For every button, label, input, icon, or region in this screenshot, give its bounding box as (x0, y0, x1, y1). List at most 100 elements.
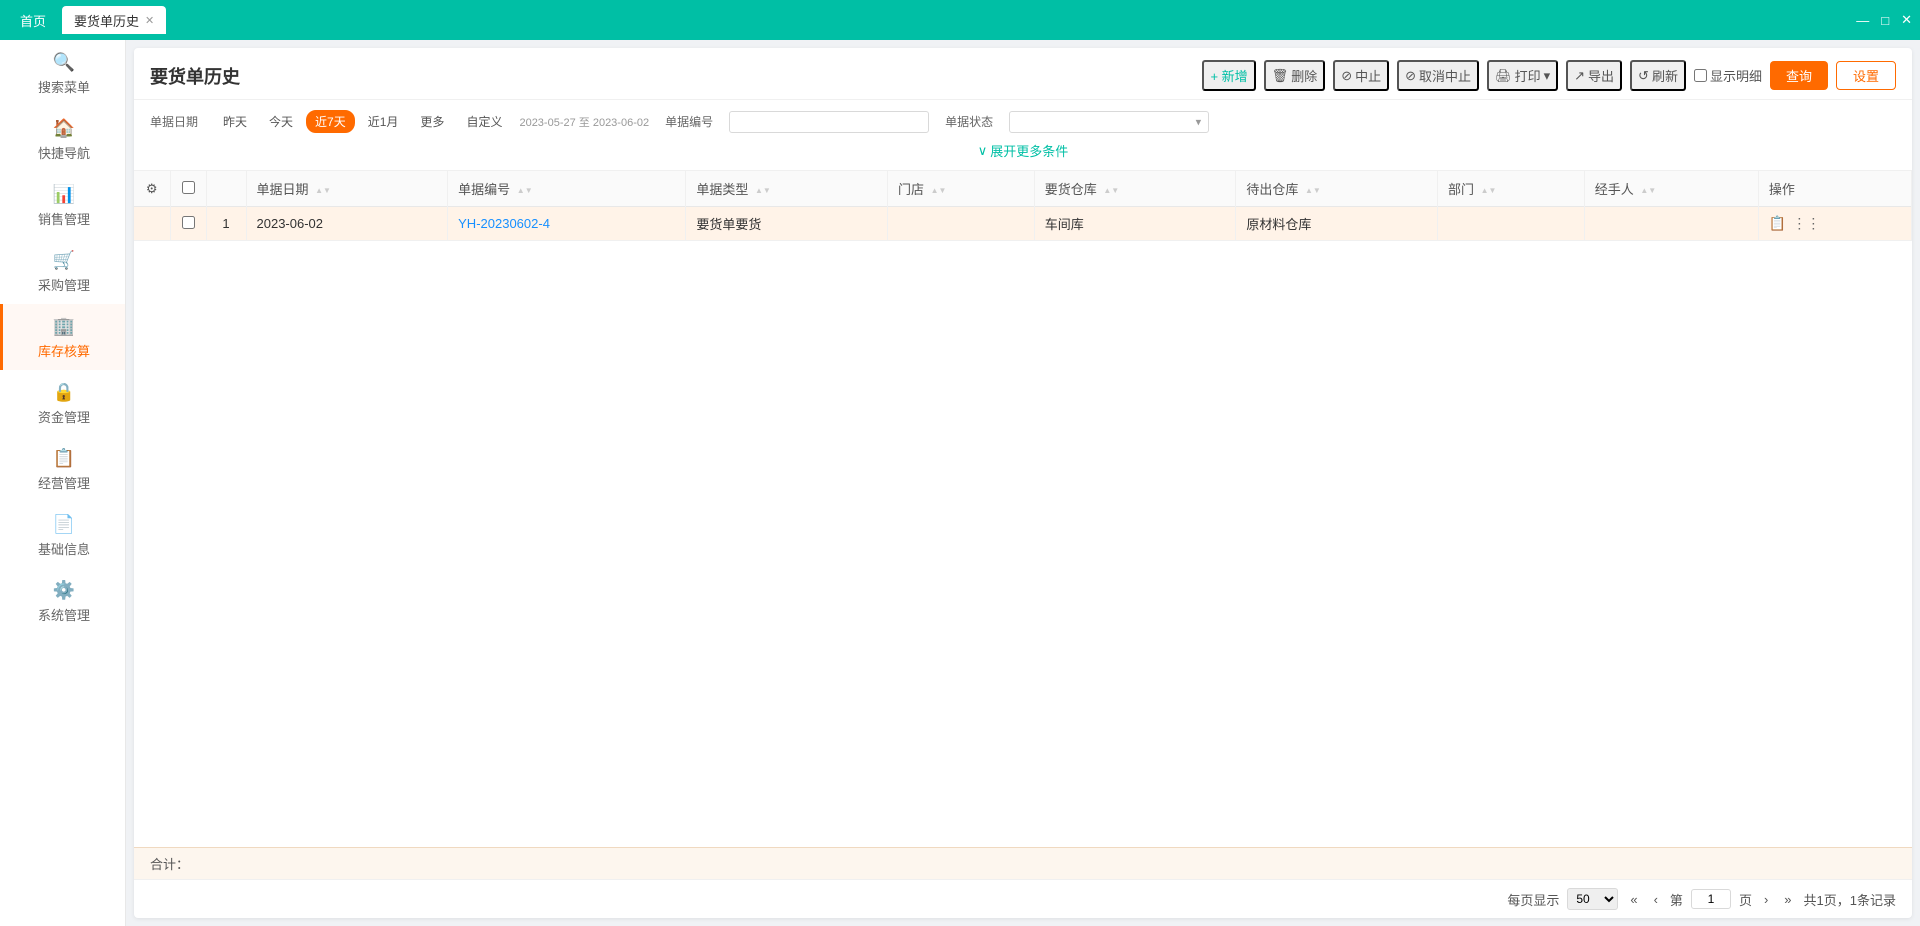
first-page-btn[interactable]: « (1626, 890, 1641, 909)
row-doc-date: 2023-06-02 (257, 216, 324, 231)
row-doc-no-link[interactable]: YH-20230602-4 (458, 216, 550, 231)
date-btn-yesterday[interactable]: 昨天 (214, 110, 256, 133)
th-department-label: 部门 (1448, 182, 1474, 197)
th-doc-type-label: 单据类型 (696, 182, 748, 197)
print-chevron-icon: ▾ (1544, 68, 1551, 84)
row-more-icon[interactable]: ⋮⋮ (1792, 215, 1820, 232)
per-page-select[interactable]: 50 20 100 (1567, 888, 1618, 910)
refresh-button[interactable]: ↺ 刷新 (1630, 60, 1686, 91)
sidebar-item-inventory-calc[interactable]: 🏢 库存核算 (0, 304, 125, 370)
purchase-mgmt-icon: 🛒 (53, 250, 75, 271)
print-button[interactable]: 🖨 打印 ▾ (1487, 60, 1558, 91)
th-settings[interactable]: ⚙ (134, 171, 170, 207)
sidebar-item-quick-nav[interactable]: 🏠 快捷导航 (0, 106, 125, 172)
new-button[interactable]: + 新增 (1202, 60, 1255, 91)
th-req-warehouse-label: 要货仓库 (1045, 182, 1097, 197)
export-icon: ↗ (1574, 68, 1585, 84)
th-doc-no[interactable]: 单据编号 ▲▼ (448, 171, 686, 207)
show-detail-toggle[interactable]: 显示明细 (1694, 66, 1762, 85)
table-container: ⚙ 单据日期 ▲▼ 单据编号 ▲▼ (134, 171, 1912, 847)
maximize-icon[interactable]: □ (1881, 13, 1889, 28)
search-menu-icon: 🔍 (53, 52, 75, 73)
sidebar-item-search-menu[interactable]: 🔍 搜索菜单 (0, 40, 125, 106)
sidebar-item-basic-info[interactable]: 📄 基础信息 (0, 502, 125, 568)
date-btn-custom[interactable]: 自定义 (457, 110, 511, 133)
date-btn-7days[interactable]: 近7天 (306, 110, 355, 133)
date-btn-more[interactable]: 更多 (411, 110, 453, 133)
sidebar-item-purchase-mgmt[interactable]: 🛒 采购管理 (0, 238, 125, 304)
sales-mgmt-icon: 📊 (53, 184, 75, 205)
th-pending-warehouse[interactable]: 待出仓库 ▲▼ (1236, 171, 1438, 207)
prev-page-btn[interactable]: ‹ (1650, 890, 1662, 909)
sidebar-item-finance-mgmt[interactable]: 🔒 资金管理 (0, 370, 125, 436)
th-store[interactable]: 门店 ▲▼ (887, 171, 1034, 207)
table-header: ⚙ 单据日期 ▲▼ 单据编号 ▲▼ (134, 171, 1912, 207)
th-department[interactable]: 部门 ▲▼ (1438, 171, 1585, 207)
close-icon[interactable]: ✕ (1901, 12, 1912, 28)
select-all-checkbox[interactable] (182, 181, 195, 194)
sidebar-item-sales-mgmt[interactable]: 📊 销售管理 (0, 172, 125, 238)
page-number-input[interactable] (1691, 889, 1731, 909)
doc-no-input[interactable] (729, 111, 929, 133)
sidebar-item-inventory-calc-label: 库存核算 (38, 341, 90, 360)
pagination: 每页显示 50 20 100 « ‹ 第 页 › » 共1页，1条记录 (134, 879, 1912, 918)
th-doc-date-label: 单据日期 (257, 182, 309, 197)
query-button[interactable]: 查询 (1770, 61, 1828, 90)
row-req-warehouse: 车间库 (1045, 217, 1084, 232)
settings-button[interactable]: 设置 (1836, 61, 1896, 90)
th-ops: 操作 (1758, 171, 1911, 207)
sort-icon-pending-warehouse: ▲▼ (1305, 187, 1321, 195)
operations-mgmt-icon: 📋 (53, 448, 75, 469)
finance-mgmt-icon: 🔒 (53, 382, 75, 403)
row-ops: 📋 ⋮⋮ (1769, 215, 1901, 232)
table-header-row: ⚙ 单据日期 ▲▼ 单据编号 ▲▼ (134, 171, 1912, 207)
sidebar-item-system-mgmt[interactable]: ⚙️ 系统管理 (0, 568, 125, 634)
th-doc-date[interactable]: 单据日期 ▲▼ (246, 171, 448, 207)
row-pending-warehouse: 原材料仓库 (1246, 217, 1311, 232)
expand-more-btn[interactable]: ∨ 展开更多条件 (150, 137, 1896, 160)
status-select[interactable] (1009, 111, 1209, 133)
date-filter-label: 单据日期 (150, 113, 198, 130)
close-tab-icon[interactable]: ✕ (145, 14, 154, 27)
export-button[interactable]: ↗ 导出 (1566, 60, 1622, 91)
sidebar-item-system-mgmt-label: 系统管理 (38, 605, 90, 624)
sort-icon-doc-type: ▲▼ (755, 187, 771, 195)
date-btn-today[interactable]: 今天 (260, 110, 302, 133)
table-row: 1 2023-06-02 YH-20230602-4 要货单要货 (134, 207, 1912, 241)
td-store (887, 207, 1034, 241)
main-layout: 🔍 搜索菜单 🏠 快捷导航 📊 销售管理 🛒 采购管理 🏢 库存核算 🔒 资金管… (0, 40, 1920, 926)
th-doc-type[interactable]: 单据类型 ▲▼ (686, 171, 888, 207)
stop-icon: ⊘ (1341, 68, 1352, 84)
date-btn-1month[interactable]: 近1月 (359, 110, 408, 133)
per-page-label: 每页显示 (1507, 890, 1559, 909)
sort-icon-doc-no: ▲▼ (517, 187, 533, 195)
next-page-btn[interactable]: › (1760, 890, 1772, 909)
page-title: 要货单历史 (150, 63, 240, 89)
total-label: 合计： (150, 857, 189, 872)
delete-button[interactable]: 🗑 删除 (1264, 60, 1326, 91)
sidebar-item-search-menu-label: 搜索菜单 (38, 77, 90, 96)
minimize-icon[interactable]: — (1856, 13, 1869, 28)
sidebar-item-operations-mgmt[interactable]: 📋 经营管理 (0, 436, 125, 502)
stop-button[interactable]: ⊘ 中止 (1333, 60, 1389, 91)
cancel-stop-button[interactable]: ⊘ 取消中止 (1397, 60, 1479, 91)
refresh-button-label: 刷新 (1652, 66, 1678, 85)
delete-icon: 🗑 (1272, 68, 1289, 84)
pagination-summary: 共1页，1条记录 (1804, 890, 1896, 909)
new-button-label: + 新增 (1210, 66, 1247, 85)
sort-icon-store: ▲▼ (931, 187, 947, 195)
show-detail-checkbox[interactable] (1694, 69, 1707, 82)
row-checkbox[interactable] (182, 216, 195, 229)
tab-requisition-history[interactable]: 要货单历史 ✕ (62, 6, 166, 34)
print-icon: 🖨 (1495, 68, 1512, 84)
sidebar-item-sales-mgmt-label: 销售管理 (38, 209, 90, 228)
tab-home[interactable]: 首页 (8, 6, 58, 34)
system-mgmt-icon: ⚙️ (53, 580, 75, 601)
th-handler[interactable]: 经手人 ▲▼ (1584, 171, 1758, 207)
last-page-btn[interactable]: » (1780, 890, 1795, 909)
td-checkbox (170, 207, 206, 241)
settings-button-label: 设置 (1853, 69, 1879, 84)
th-req-warehouse[interactable]: 要货仓库 ▲▼ (1034, 171, 1236, 207)
delete-button-label: 删除 (1291, 66, 1317, 85)
row-edit-icon[interactable]: 📋 (1769, 215, 1786, 232)
